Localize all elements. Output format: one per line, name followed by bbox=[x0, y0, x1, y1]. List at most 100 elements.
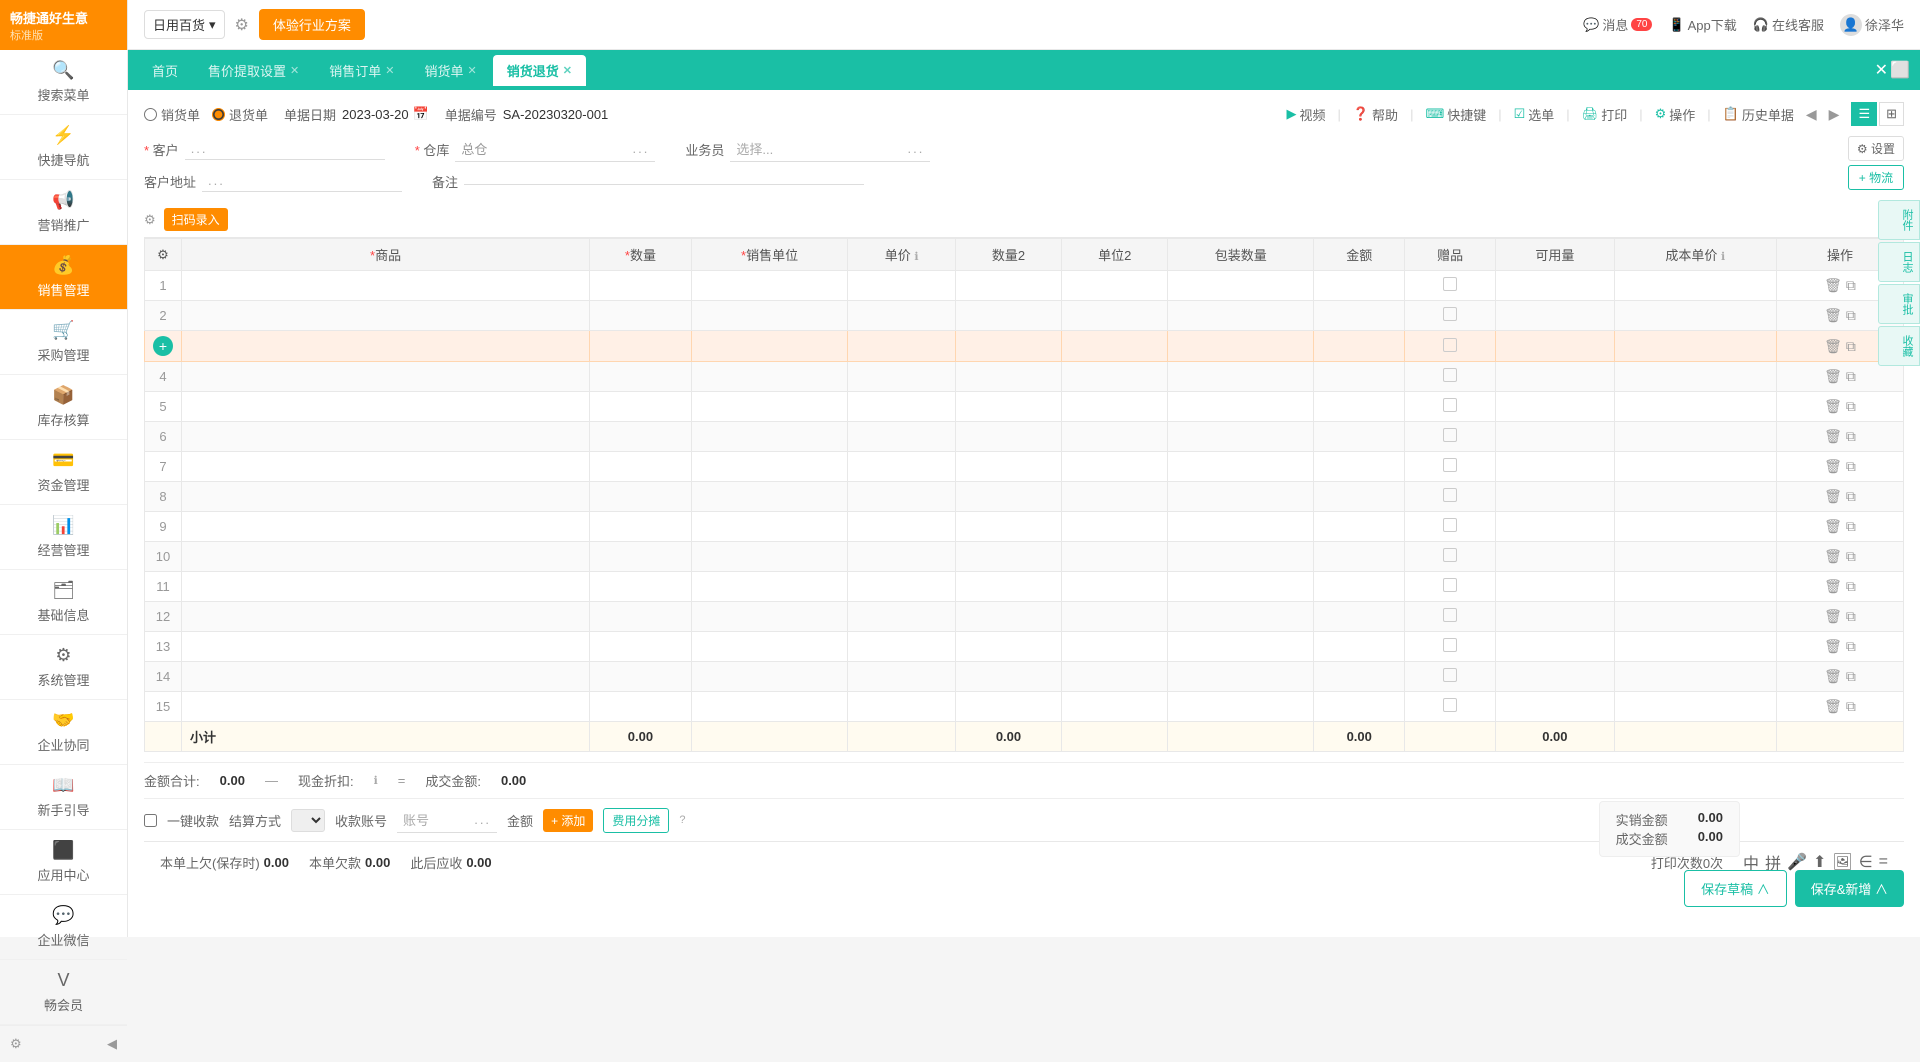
cell-goods-14[interactable] bbox=[182, 662, 590, 692]
setting-btn[interactable]: ⚙ 设置 bbox=[1848, 136, 1904, 161]
cell-goods-6[interactable] bbox=[182, 422, 590, 452]
cell-unit2-6[interactable] bbox=[1062, 422, 1168, 452]
tab-close-sale-price[interactable]: ✕ bbox=[290, 64, 299, 77]
gift-checkbox-10[interactable] bbox=[1443, 548, 1457, 562]
cell-unit-9[interactable] bbox=[691, 512, 848, 542]
cell-goods-8[interactable] bbox=[182, 482, 590, 512]
calc-select[interactable] bbox=[291, 809, 325, 832]
cell-qty2-2[interactable] bbox=[955, 301, 1061, 331]
cell-qty2-13[interactable] bbox=[955, 632, 1061, 662]
sidebar-item-shortcut[interactable]: ⚡ 快捷导航 bbox=[0, 115, 127, 180]
sidebar-item-inventory[interactable]: 📦 库存核算 bbox=[0, 375, 127, 440]
settings-icon[interactable]: ⚙ bbox=[10, 1036, 22, 1052]
cell-goods-12[interactable] bbox=[182, 602, 590, 632]
cell-pkg-qty-15[interactable] bbox=[1168, 692, 1314, 722]
price-info-icon[interactable]: ℹ bbox=[914, 251, 918, 263]
cell-pkg-qty-10[interactable] bbox=[1168, 542, 1314, 572]
float-attachment[interactable]: 附件 bbox=[1878, 200, 1920, 240]
cell-gift-11[interactable] bbox=[1405, 572, 1496, 602]
table-settings-icon[interactable]: ⚙ bbox=[144, 212, 156, 228]
copy-row-13[interactable]: ⧉ bbox=[1846, 638, 1856, 655]
delete-row-2[interactable]: 🗑 bbox=[1824, 307, 1842, 324]
cell-gift-13[interactable] bbox=[1405, 632, 1496, 662]
cell-unit-1[interactable] bbox=[691, 271, 848, 301]
cell-qty2-5[interactable] bbox=[955, 392, 1061, 422]
sidebar-item-member[interactable]: V 畅会员 bbox=[0, 960, 127, 1025]
cell-unit2-8[interactable] bbox=[1062, 482, 1168, 512]
cell-pkg-qty-5[interactable] bbox=[1168, 392, 1314, 422]
gift-checkbox-9[interactable] bbox=[1443, 518, 1457, 532]
tab-sale-order[interactable]: 销售订单 ✕ bbox=[315, 55, 408, 86]
cell-available-12[interactable] bbox=[1496, 602, 1614, 632]
copy-row-11[interactable]: ⧉ bbox=[1846, 578, 1856, 595]
cell-qty2-1[interactable] bbox=[955, 271, 1061, 301]
copy-row-14[interactable]: ⧉ bbox=[1846, 668, 1856, 685]
cell-amount-14[interactable] bbox=[1314, 662, 1405, 692]
cell-cost-price-10[interactable] bbox=[1614, 542, 1776, 572]
cell-qty2-9[interactable] bbox=[955, 512, 1061, 542]
copy-row-1[interactable]: ⧉ bbox=[1846, 277, 1856, 294]
tool-img[interactable]: 🖼 bbox=[1832, 852, 1852, 872]
cell-amount-2[interactable] bbox=[1314, 301, 1405, 331]
maximize-btn[interactable]: ⬜ bbox=[1890, 60, 1910, 80]
cell-qty2-12[interactable] bbox=[955, 602, 1061, 632]
cell-gift-15[interactable] bbox=[1405, 692, 1496, 722]
cell-qty-8[interactable] bbox=[590, 482, 692, 512]
delete-row-11[interactable]: 🗑 bbox=[1824, 578, 1842, 595]
cell-price-14[interactable] bbox=[848, 662, 955, 692]
delete-row-9[interactable]: 🗑 bbox=[1824, 518, 1842, 535]
cost-info-icon[interactable]: ℹ bbox=[1721, 251, 1725, 263]
account-input[interactable]: 账号 ... bbox=[397, 807, 497, 833]
cell-price-7[interactable] bbox=[848, 452, 955, 482]
tab-close-sale-return[interactable]: ✕ bbox=[563, 64, 572, 77]
return-radio-label[interactable]: 退货单 bbox=[212, 105, 268, 124]
cell-goods-10[interactable] bbox=[182, 542, 590, 572]
tab-close-sale-order[interactable]: ✕ bbox=[385, 64, 394, 77]
cell-price-15[interactable] bbox=[848, 692, 955, 722]
cell-available-13[interactable] bbox=[1496, 632, 1614, 662]
cell-pkg-qty-4[interactable] bbox=[1168, 362, 1314, 392]
cell-unit2-13[interactable] bbox=[1062, 632, 1168, 662]
cell-unit2-4[interactable] bbox=[1062, 362, 1168, 392]
sidebar-item-finance[interactable]: 💳 资金管理 bbox=[0, 440, 127, 505]
cell-goods-3[interactable] bbox=[182, 331, 590, 362]
delete-row-10[interactable]: 🗑 bbox=[1824, 548, 1842, 565]
float-approval[interactable]: 审批 bbox=[1878, 284, 1920, 324]
cell-qty-15[interactable] bbox=[590, 692, 692, 722]
copy-row-7[interactable]: ⧉ bbox=[1846, 458, 1856, 475]
sidebar-item-enterprise[interactable]: 🤝 企业协同 bbox=[0, 700, 127, 765]
cell-cost-price-7[interactable] bbox=[1614, 452, 1776, 482]
cell-gift-12[interactable] bbox=[1405, 602, 1496, 632]
cell-goods-2[interactable] bbox=[182, 301, 590, 331]
cell-qty2-7[interactable] bbox=[955, 452, 1061, 482]
gear-settings-icon[interactable]: ⚙ bbox=[235, 15, 249, 35]
cell-gift-3[interactable] bbox=[1405, 331, 1496, 362]
cell-pkg-qty-8[interactable] bbox=[1168, 482, 1314, 512]
cell-pkg-qty-1[interactable] bbox=[1168, 271, 1314, 301]
staff-input[interactable]: 选择... ... bbox=[730, 136, 930, 162]
cell-qty-11[interactable] bbox=[590, 572, 692, 602]
grid-view-btn[interactable]: ☰ bbox=[1851, 102, 1877, 126]
cell-price-1[interactable] bbox=[848, 271, 955, 301]
delete-row-5[interactable]: 🗑 bbox=[1824, 398, 1842, 415]
cell-goods-5[interactable] bbox=[182, 392, 590, 422]
cell-cost-price-1[interactable] bbox=[1614, 271, 1776, 301]
cell-available-4[interactable] bbox=[1496, 362, 1614, 392]
cell-goods-11[interactable] bbox=[182, 572, 590, 602]
delete-row-13[interactable]: 🗑 bbox=[1824, 638, 1842, 655]
float-log[interactable]: 日志 bbox=[1878, 242, 1920, 282]
cell-available-8[interactable] bbox=[1496, 482, 1614, 512]
copy-row-6[interactable]: ⧉ bbox=[1846, 428, 1856, 445]
cell-cost-price-8[interactable] bbox=[1614, 482, 1776, 512]
cell-pkg-qty-9[interactable] bbox=[1168, 512, 1314, 542]
cell-qty-10[interactable] bbox=[590, 542, 692, 572]
delete-row-15[interactable]: 🗑 bbox=[1824, 698, 1842, 715]
cell-unit-6[interactable] bbox=[691, 422, 848, 452]
cell-unit-10[interactable] bbox=[691, 542, 848, 572]
copy-row-2[interactable]: ⧉ bbox=[1846, 307, 1856, 324]
cell-cost-price-5[interactable] bbox=[1614, 392, 1776, 422]
cell-gift-2[interactable] bbox=[1405, 301, 1496, 331]
tab-sale-price[interactable]: 售价提取设置 ✕ bbox=[194, 55, 313, 86]
cell-cost-price-12[interactable] bbox=[1614, 602, 1776, 632]
cell-price-2[interactable] bbox=[848, 301, 955, 331]
